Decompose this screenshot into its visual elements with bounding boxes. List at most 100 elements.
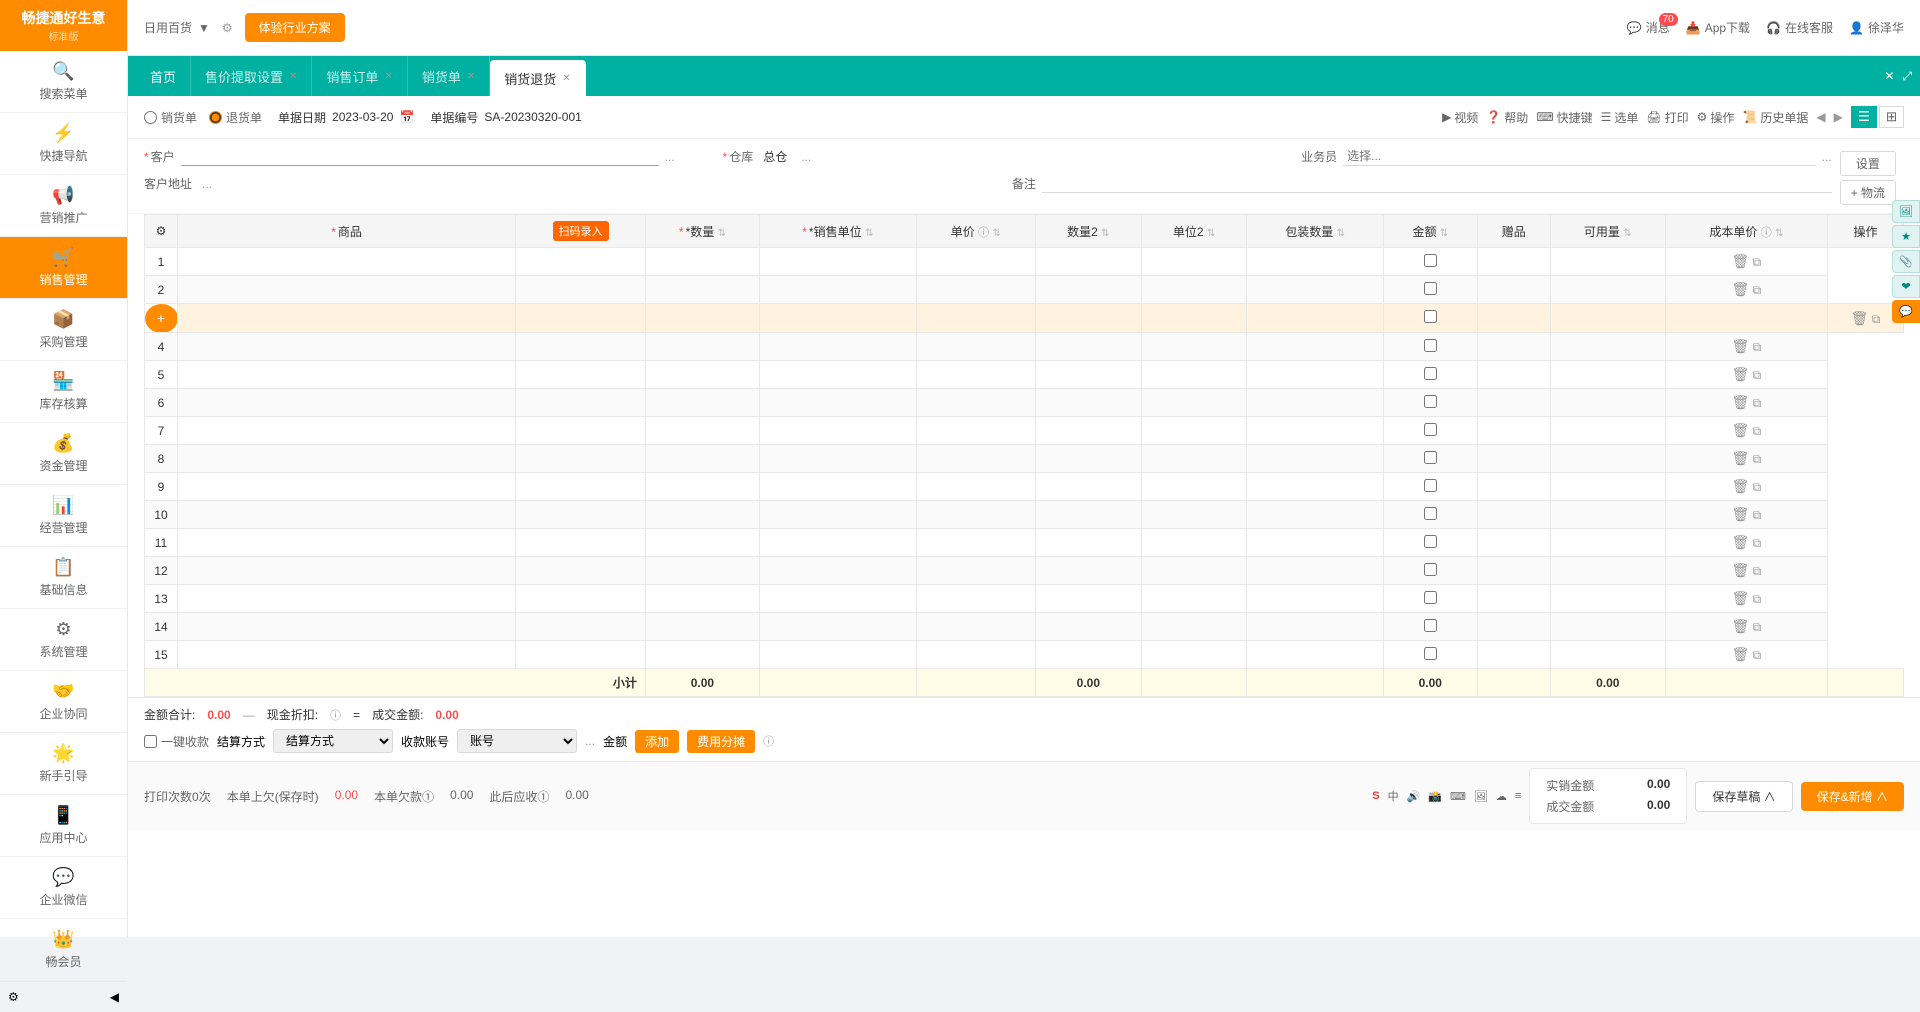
unit-price-cell[interactable] <box>759 333 916 361</box>
unit-price-cell[interactable] <box>759 613 916 641</box>
radio-return-input[interactable] <box>209 111 222 124</box>
unit-price-cell[interactable] <box>759 473 916 501</box>
cost-price-cell[interactable] <box>1550 641 1665 669</box>
amount-cell[interactable] <box>1247 361 1384 389</box>
sale-unit-cell[interactable] <box>645 248 759 276</box>
cost-price-cell[interactable] <box>1550 557 1665 585</box>
copy-row-btn[interactable]: ⧉ <box>1753 396 1762 411</box>
gift-checkbox[interactable] <box>1424 339 1437 352</box>
amount-cell[interactable] <box>1247 501 1384 529</box>
unit-price-cell[interactable] <box>759 557 916 585</box>
unit-price-cell[interactable] <box>759 417 916 445</box>
history-btn[interactable]: 📜 历史单据 <box>1742 109 1808 126</box>
unit2-cell[interactable] <box>1035 361 1141 389</box>
amount-dots[interactable]: ... <box>585 734 595 748</box>
product-cell[interactable] <box>178 501 516 529</box>
sale-unit-cell[interactable] <box>645 585 759 613</box>
unit-price-cell[interactable] <box>759 389 916 417</box>
tab-sales-order-close[interactable]: ✕ <box>384 71 392 82</box>
float-attach-btn[interactable]: 📎 <box>1892 250 1920 273</box>
delete-row-btn[interactable]: 🗑 <box>1732 562 1750 579</box>
message-btn[interactable]: 💬 消息 70 <box>1627 19 1670 36</box>
delete-row-btn[interactable]: 🗑 <box>1732 450 1750 467</box>
delete-row-btn[interactable]: 🗑 <box>1732 366 1750 383</box>
package-qty-cell[interactable] <box>1141 248 1247 276</box>
sidebar-item-member[interactable]: 👑 畅会员 <box>0 919 127 981</box>
quantity-cell[interactable] <box>516 501 646 529</box>
data-cell[interactable] <box>916 304 1035 333</box>
sidebar-item-system[interactable]: ⚙ 系统管理 <box>0 609 127 671</box>
qty2-cell[interactable] <box>916 585 1035 613</box>
gift-checkbox[interactable] <box>1424 423 1437 436</box>
unit2-cell[interactable] <box>1035 641 1141 669</box>
daily-goods-selector[interactable]: 日用百货 ▼ <box>144 19 210 36</box>
available-cell[interactable] <box>1477 333 1550 361</box>
unit2-cell[interactable] <box>1035 276 1141 304</box>
unit2-cell[interactable] <box>1035 389 1141 417</box>
amount-cell[interactable] <box>1247 417 1384 445</box>
radio-return[interactable]: 退货单 <box>209 109 262 126</box>
qty2-cell[interactable] <box>916 473 1035 501</box>
sale-unit-cell[interactable] <box>645 473 759 501</box>
product-cell[interactable] <box>178 276 516 304</box>
sidebar-item-search[interactable]: 🔍 搜索菜单 <box>0 51 127 113</box>
amount-cell[interactable] <box>1247 333 1384 361</box>
warehouse-picker[interactable]: ... <box>801 150 811 164</box>
qty2-cell[interactable] <box>916 333 1035 361</box>
sale-unit-cell[interactable] <box>645 445 759 473</box>
unit2-cell[interactable] <box>1035 417 1141 445</box>
gift-checkbox[interactable] <box>1424 507 1437 520</box>
settings-btn[interactable]: 设置 <box>1840 151 1896 176</box>
gift-checkbox[interactable] <box>1424 535 1437 548</box>
amount-cell[interactable] <box>1247 389 1384 417</box>
unit2-cell[interactable] <box>1035 473 1141 501</box>
quantity-cell[interactable] <box>516 361 646 389</box>
amount-cell[interactable] <box>1247 473 1384 501</box>
icon6[interactable]: ☁ <box>1496 790 1507 803</box>
delete-row-btn[interactable]: 🗑 <box>1732 478 1750 495</box>
delete-row-btn[interactable]: 🗑 <box>1732 422 1750 439</box>
gift-checkbox[interactable] <box>1424 282 1437 295</box>
quantity-cell[interactable] <box>516 641 646 669</box>
radio-sale-input[interactable] <box>144 111 157 124</box>
sale-unit-cell[interactable] <box>645 529 759 557</box>
tab-sales-close[interactable]: ✕ <box>467 71 475 82</box>
quantity-cell[interactable] <box>516 248 646 276</box>
data-cell[interactable] <box>516 304 646 333</box>
calendar-icon[interactable]: 📅 <box>399 110 414 124</box>
delete-row-btn[interactable]: 🗑 <box>1732 590 1750 607</box>
unit-price-cell[interactable] <box>759 641 916 669</box>
amount-cell[interactable] <box>1247 445 1384 473</box>
address-picker[interactable]: ... <box>202 177 212 191</box>
save-new-btn[interactable]: 保存&新增 ∧ <box>1801 782 1904 811</box>
copy-row-btn[interactable]: ⧉ <box>1753 480 1762 495</box>
data-cell[interactable] <box>1550 304 1665 333</box>
float-image-btn[interactable]: 🖼 <box>1892 200 1920 223</box>
unit-price-cell[interactable] <box>759 529 916 557</box>
next-icon[interactable]: ▶ <box>1834 110 1843 124</box>
copy-row-btn[interactable]: ⧉ <box>1753 424 1762 439</box>
delete-row-btn[interactable]: 🗑 <box>1732 281 1750 298</box>
copy-row-btn[interactable]: ⧉ <box>1753 536 1762 551</box>
tab-home[interactable]: 首页 <box>136 56 191 96</box>
gift-checkbox[interactable] <box>1424 563 1437 576</box>
customer-picker[interactable]: ... <box>665 150 675 164</box>
one-click-checkbox[interactable] <box>144 735 157 748</box>
select-btn[interactable]: ☰ 选单 <box>1601 109 1639 126</box>
gift-checkbox[interactable] <box>1424 254 1437 267</box>
print-btn[interactable]: 🖨 打印 <box>1646 109 1688 126</box>
qty2-cell[interactable] <box>916 445 1035 473</box>
qty2-cell[interactable] <box>916 417 1035 445</box>
data-cell[interactable] <box>1035 304 1141 333</box>
sale-unit-cell[interactable] <box>645 613 759 641</box>
available-cell[interactable] <box>1477 361 1550 389</box>
product-input-cell[interactable] <box>178 304 516 333</box>
online-service-btn[interactable]: 🎧 在线客服 <box>1766 19 1833 36</box>
unit-price-cell[interactable] <box>759 276 916 304</box>
qty2-cell[interactable] <box>916 529 1035 557</box>
gift-checkbox[interactable] <box>1424 310 1437 323</box>
qty2-cell[interactable] <box>916 361 1035 389</box>
unit2-cell[interactable] <box>1035 557 1141 585</box>
available-cell[interactable] <box>1477 557 1550 585</box>
package-qty-cell[interactable] <box>1141 613 1247 641</box>
